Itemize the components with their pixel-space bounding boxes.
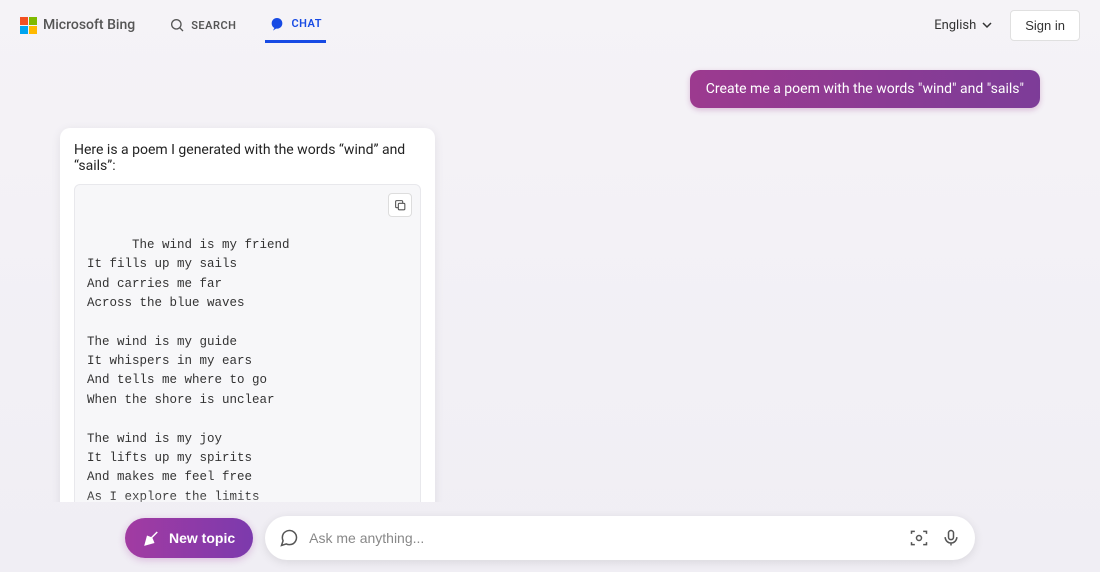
chat-container: Create me a poem with the words "wind" a…: [0, 50, 1100, 502]
poem-block: The wind is my friend It fills up my sai…: [74, 184, 421, 502]
signin-button[interactable]: Sign in: [1010, 10, 1080, 41]
copy-icon: [394, 199, 407, 212]
user-message: Create me a poem with the words "wind" a…: [690, 70, 1040, 108]
chat-bubble-icon: [269, 16, 285, 32]
search-icon: [169, 17, 185, 33]
input-container: [265, 516, 975, 560]
poem-text: The wind is my friend It fills up my sai…: [87, 238, 290, 502]
tab-search[interactable]: SEARCH: [165, 8, 240, 43]
visual-search-icon[interactable]: [909, 528, 929, 548]
broom-icon: [143, 529, 161, 547]
nav-tabs: SEARCH CHAT: [165, 8, 326, 43]
language-label: English: [934, 18, 976, 33]
tab-chat[interactable]: CHAT: [265, 8, 326, 43]
input-icons: [909, 528, 961, 548]
chevron-down-icon: [982, 20, 992, 30]
logo-text: Microsoft Bing: [43, 17, 135, 33]
microphone-icon[interactable]: [941, 528, 961, 548]
copy-button[interactable]: [388, 193, 412, 217]
header: Microsoft Bing SEARCH CHAT English Sign …: [0, 0, 1100, 50]
bottom-bar: New topic: [0, 516, 1100, 560]
new-topic-label: New topic: [169, 530, 235, 546]
tab-search-label: SEARCH: [191, 19, 236, 32]
bot-message: Here is a poem I generated with the word…: [60, 128, 435, 502]
chat-input-icon: [279, 528, 299, 548]
logo[interactable]: Microsoft Bing: [20, 17, 135, 34]
language-selector[interactable]: English: [934, 18, 992, 33]
bot-intro-text: Here is a poem I generated with the word…: [74, 142, 421, 174]
microsoft-logo-icon: [20, 17, 37, 34]
tab-chat-label: CHAT: [291, 17, 322, 30]
chat-input[interactable]: [309, 530, 909, 546]
new-topic-button[interactable]: New topic: [125, 518, 253, 558]
header-right: English Sign in: [934, 10, 1080, 41]
